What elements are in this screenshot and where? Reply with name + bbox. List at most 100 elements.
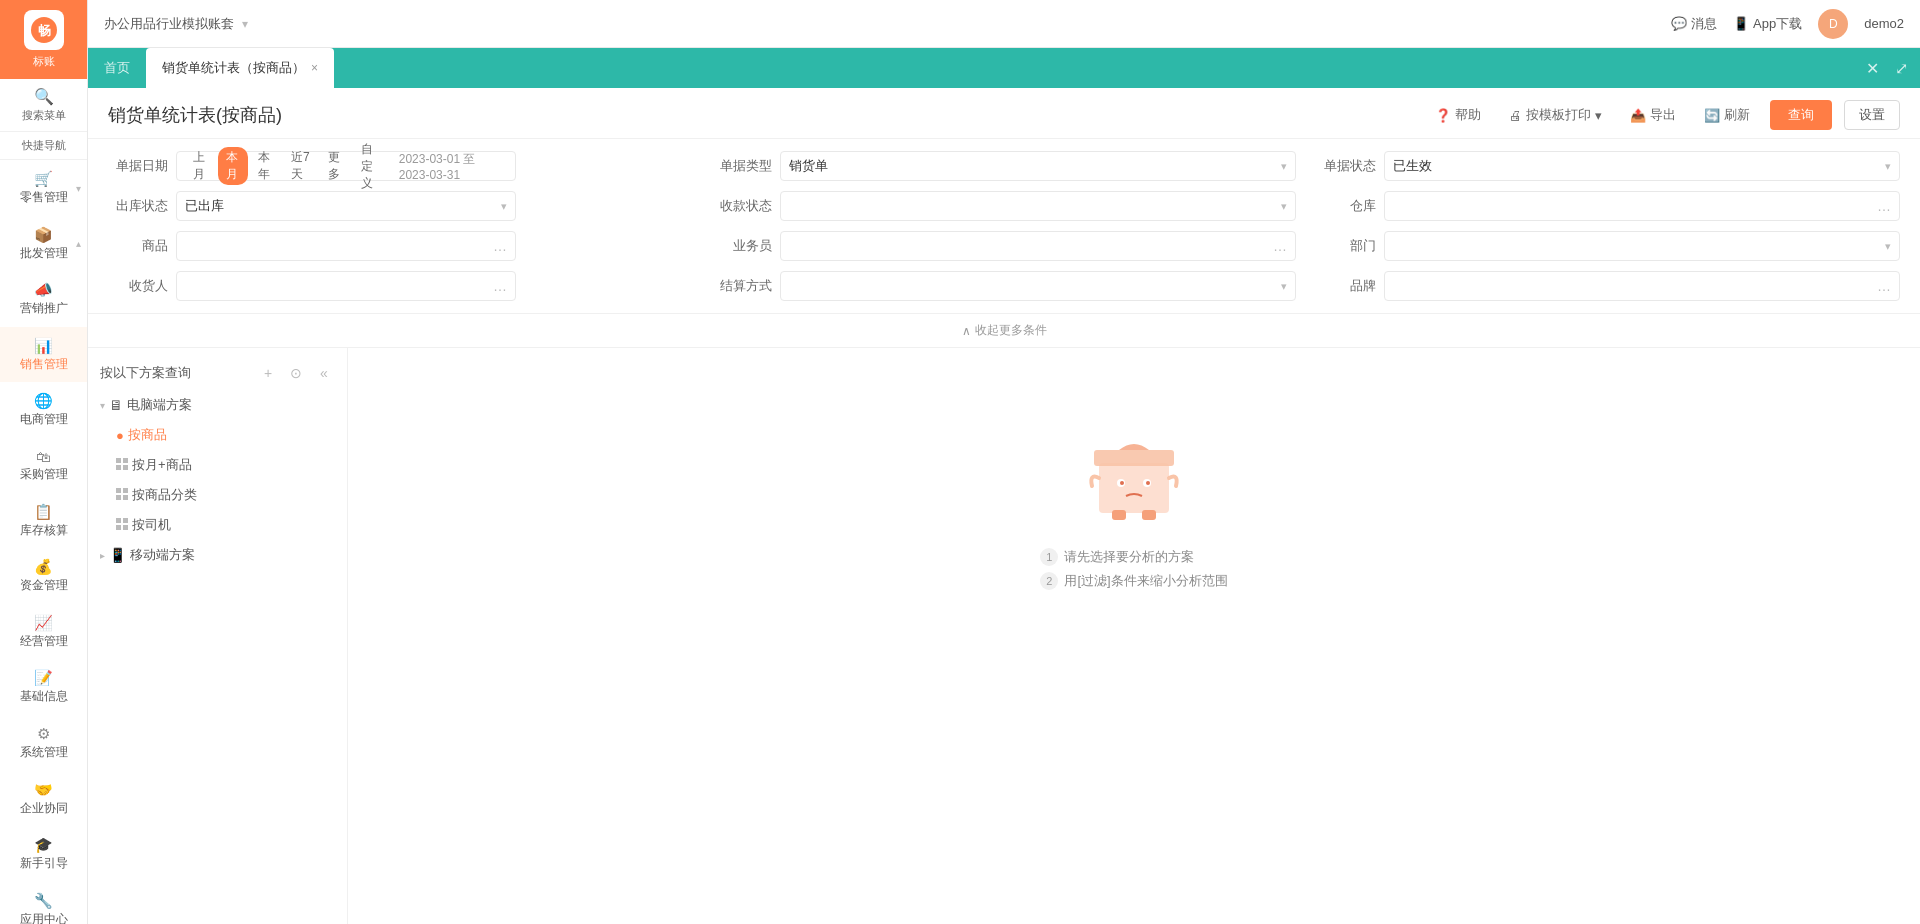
finance-icon: 💰 bbox=[34, 558, 53, 576]
scheme-item-by-category[interactable]: 按商品分类 bbox=[88, 480, 347, 510]
tab-home[interactable]: 首页 bbox=[88, 48, 146, 88]
sales-label: 销售管理 bbox=[20, 357, 68, 373]
filter-row-3: 商品 … 业务员 … 部门 bbox=[108, 231, 1900, 261]
inventory-icon: 📋 bbox=[34, 503, 53, 521]
avatar[interactable]: D bbox=[1818, 9, 1848, 39]
receive-status-control[interactable]: ▾ bbox=[780, 191, 1296, 221]
industry-label: 办公用品行业模拟账套 bbox=[104, 15, 234, 33]
brand-dots-icon[interactable]: … bbox=[1877, 278, 1891, 294]
status-control[interactable]: 已生效 ▾ bbox=[1384, 151, 1900, 181]
empty-illustration bbox=[1074, 408, 1194, 528]
help-button[interactable]: ❓ 帮助 bbox=[1427, 102, 1489, 128]
by-month-goods-icon bbox=[116, 458, 128, 473]
type-label: 单据类型 bbox=[712, 157, 780, 175]
export-button[interactable]: 📤 导出 bbox=[1622, 102, 1684, 128]
svg-rect-14 bbox=[1099, 463, 1169, 513]
message-button[interactable]: 💬 消息 bbox=[1671, 15, 1717, 33]
sidebar-item-basic[interactable]: 📝 基础信息 bbox=[0, 659, 87, 715]
sidebar-item-wholesale[interactable]: 📦 批发管理 ▴ bbox=[0, 216, 87, 272]
svg-rect-10 bbox=[116, 518, 121, 523]
goods-dots-icon[interactable]: … bbox=[493, 238, 507, 254]
brand-label: 品牌 bbox=[1316, 277, 1384, 295]
inventory-label: 库存核算 bbox=[20, 523, 68, 539]
receiver-dots-icon[interactable]: … bbox=[493, 278, 507, 294]
filter-warehouse: 仓库 … bbox=[1316, 191, 1900, 221]
svg-rect-5 bbox=[123, 465, 128, 470]
sidebar-item-ecom[interactable]: 🌐 电商管理 bbox=[0, 382, 87, 438]
sidebar-item-apps[interactable]: 🔧 应用中心 bbox=[0, 882, 87, 924]
template-print-button[interactable]: 🖨 按模板打印 ▾ bbox=[1501, 102, 1610, 128]
sidebar-item-finance[interactable]: 💰 资金管理 bbox=[0, 548, 87, 604]
scheme-group-mobile-title[interactable]: ▸ 📱 移动端方案 bbox=[88, 540, 347, 570]
sidebar-item-guide[interactable]: 🎓 新手引导 bbox=[0, 826, 87, 882]
scheme-item-by-goods[interactable]: ● 按商品 bbox=[88, 420, 347, 450]
scheme-collapse-button[interactable]: « bbox=[313, 362, 335, 384]
sidebar-item-inventory[interactable]: 📋 库存核算 bbox=[0, 493, 87, 549]
sidebar-item-sales[interactable]: 📊 销售管理 bbox=[0, 327, 87, 383]
filter-out-status: 出库状态 已出库 ▾ bbox=[108, 191, 692, 221]
date-tab-7days[interactable]: 近7天 bbox=[283, 147, 318, 185]
main-data-area: 1 请先选择要分析的方案 2 用[过滤]条件来缩小分析范围 bbox=[348, 348, 1920, 924]
system-label: 系统管理 bbox=[20, 745, 68, 761]
query-button[interactable]: 查询 bbox=[1770, 100, 1832, 130]
payment-control[interactable]: ▾ bbox=[780, 271, 1296, 301]
avatar-letter: D bbox=[1829, 17, 1838, 31]
filter-panel: 单据日期 上月 本月 本年 近7天 更多 自定义 2023-03-01 至 20… bbox=[88, 139, 1920, 314]
retail-label: 零售管理 bbox=[20, 190, 68, 206]
refresh-button[interactable]: 🔄 刷新 bbox=[1696, 102, 1758, 128]
page-title-bar: 销货单统计表(按商品) ❓ 帮助 🖨 按模板打印 ▾ 📤 导出 🔄 刷新 bbox=[88, 88, 1920, 139]
window-close-button[interactable]: ✕ bbox=[1862, 55, 1883, 82]
staff-dots-icon[interactable]: … bbox=[1273, 238, 1287, 254]
dept-control[interactable]: ▾ bbox=[1384, 231, 1900, 261]
brand-control[interactable]: … bbox=[1384, 271, 1900, 301]
marketing-icon: 📣 bbox=[34, 281, 53, 299]
goods-control[interactable]: … bbox=[176, 231, 516, 261]
industry-dropdown-icon[interactable]: ▾ bbox=[242, 17, 248, 31]
sidebar-item-purchase[interactable]: 🛍 采购管理 bbox=[0, 438, 87, 493]
out-status-control[interactable]: 已出库 ▾ bbox=[176, 191, 516, 221]
date-tab-more[interactable]: 更多 bbox=[320, 147, 351, 185]
scheme-settings-button[interactable]: ⊙ bbox=[285, 362, 307, 384]
window-maximize-button[interactable]: ⤢ bbox=[1891, 55, 1912, 82]
marketing-label: 营销推广 bbox=[20, 301, 68, 317]
sidebar-item-operation[interactable]: 📈 经营管理 bbox=[0, 604, 87, 660]
sidebar-item-marketing[interactable]: 📣 营销推广 bbox=[0, 271, 87, 327]
retail-icon: 🛒 bbox=[34, 170, 53, 188]
scheme-item-by-month-goods[interactable]: 按月+商品 bbox=[88, 450, 347, 480]
tab-report[interactable]: 销货单统计表（按商品） × bbox=[146, 48, 334, 88]
type-value: 销货单 bbox=[789, 157, 1277, 175]
date-tab-this-month[interactable]: 本月 bbox=[218, 147, 249, 185]
purchase-label: 采购管理 bbox=[20, 467, 68, 483]
staff-control[interactable]: … bbox=[780, 231, 1296, 261]
scheme-item-by-cashier[interactable]: 按司机 bbox=[88, 510, 347, 540]
tab-close-icon[interactable]: × bbox=[311, 61, 318, 75]
guide-label: 新手引导 bbox=[20, 856, 68, 872]
goods-label: 商品 bbox=[108, 237, 176, 255]
collapse-bar[interactable]: ∧ 收起更多条件 bbox=[88, 314, 1920, 348]
by-cashier-icon bbox=[116, 518, 128, 533]
receiver-label: 收货人 bbox=[108, 277, 176, 295]
sidebar-search-item[interactable]: 🔍 搜索菜单 bbox=[0, 79, 87, 132]
date-tab-custom[interactable]: 自定义 bbox=[353, 139, 391, 194]
date-tab-last-month[interactable]: 上月 bbox=[185, 147, 216, 185]
settings-button[interactable]: 设置 bbox=[1844, 100, 1900, 130]
warehouse-control[interactable]: … bbox=[1384, 191, 1900, 221]
date-tab-this-year[interactable]: 本年 bbox=[250, 147, 281, 185]
sidebar-logo[interactable]: 畅 标账 bbox=[0, 0, 87, 79]
sidebar-item-retail[interactable]: 🛒 零售管理 ▾ bbox=[0, 160, 87, 216]
date-tabs: 上月 本月 本年 近7天 更多 自定义 bbox=[185, 139, 391, 194]
date-control[interactable]: 上月 本月 本年 近7天 更多 自定义 2023-03-01 至 2023-03… bbox=[176, 151, 516, 181]
scheme-add-button[interactable]: + bbox=[257, 362, 279, 384]
sidebar-item-system[interactable]: ⚙ 系统管理 bbox=[0, 715, 87, 771]
warehouse-dots-icon[interactable]: … bbox=[1877, 198, 1891, 214]
scheme-group-pc-title[interactable]: ▾ 🖥 电脑端方案 bbox=[88, 390, 347, 420]
receiver-control[interactable]: … bbox=[176, 271, 516, 301]
app-download-button[interactable]: 📱 App下载 bbox=[1733, 15, 1802, 33]
mobile-group-label: 移动端方案 bbox=[130, 546, 195, 564]
basic-icon: 📝 bbox=[34, 669, 53, 687]
sidebar-quick-nav[interactable]: 快捷导航 bbox=[0, 132, 87, 160]
by-goods-label: 按商品 bbox=[128, 426, 167, 444]
sidebar-item-enterprise[interactable]: 🤝 企业协同 bbox=[0, 771, 87, 827]
apps-label: 应用中心 bbox=[20, 912, 68, 924]
type-control[interactable]: 销货单 ▾ bbox=[780, 151, 1296, 181]
